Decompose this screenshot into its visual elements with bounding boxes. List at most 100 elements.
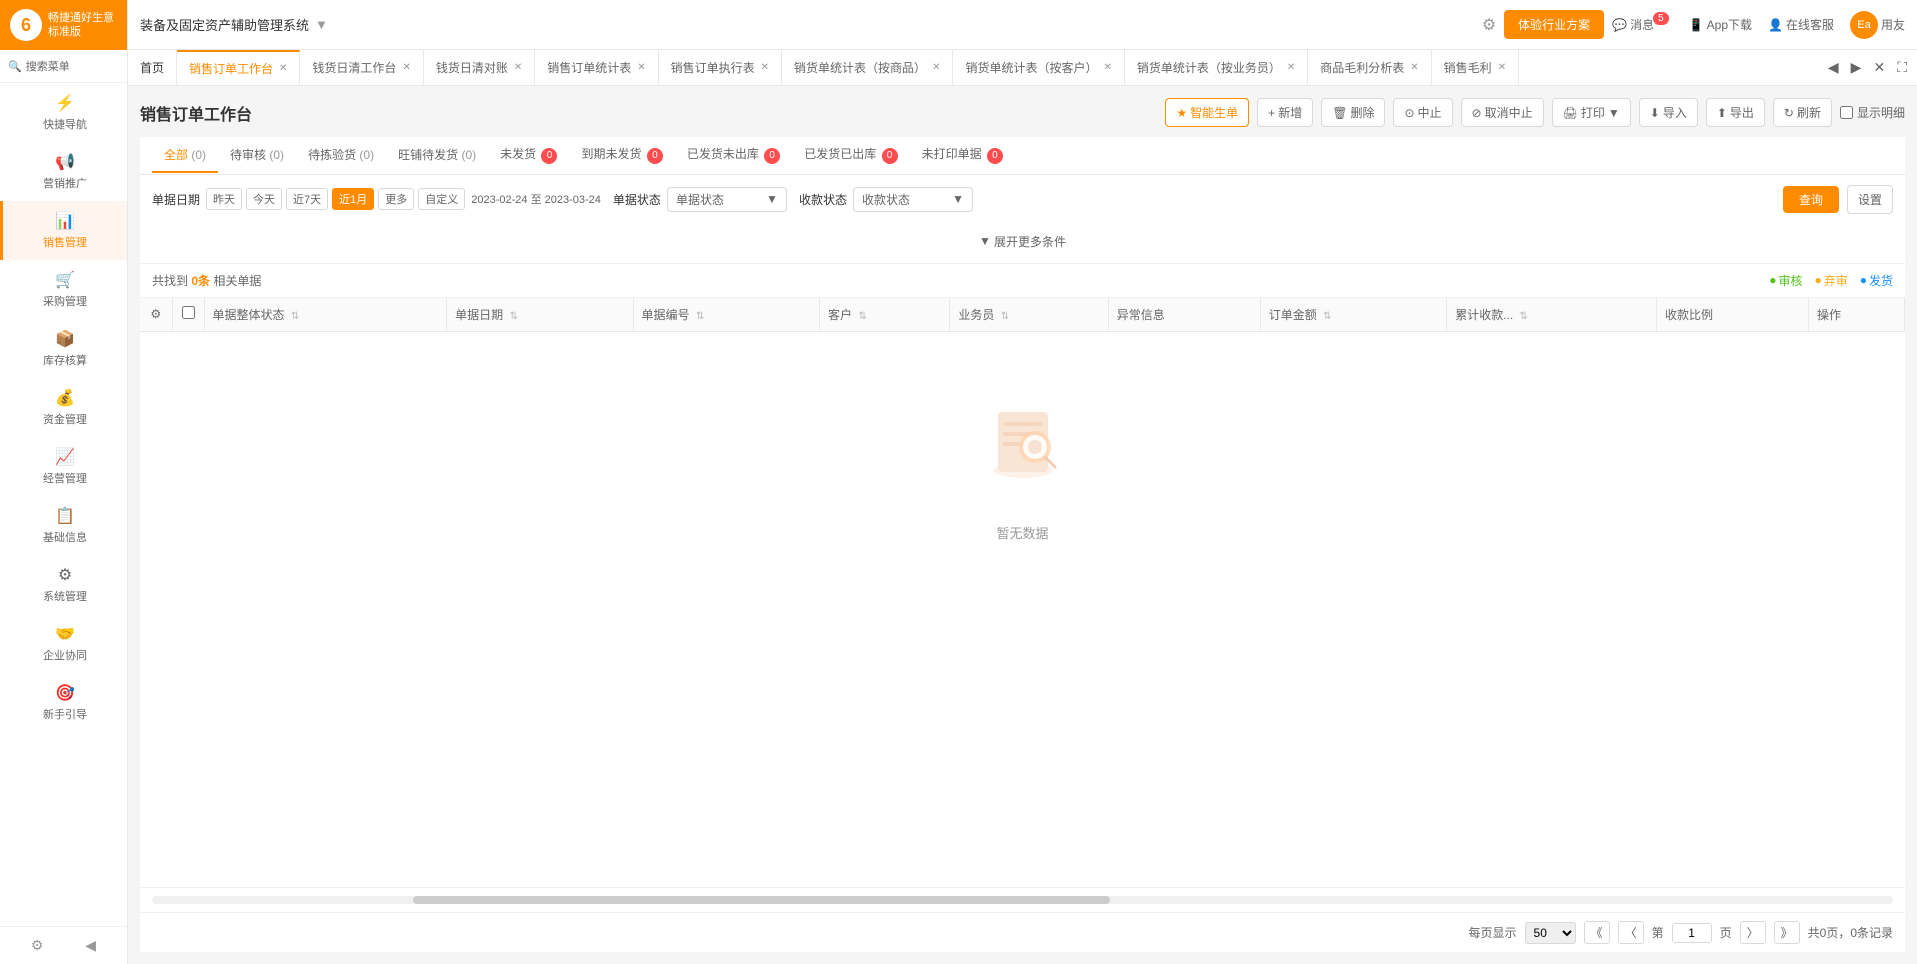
sidebar-item-inventory[interactable]: 📦 库存核算	[0, 319, 127, 378]
tab-home[interactable]: 首页	[128, 50, 177, 86]
filter-setting-button[interactable]: 设置	[1847, 185, 1893, 214]
stop-button[interactable]: ⊙ 中止	[1393, 98, 1452, 127]
sub-tab-pending-inspect[interactable]: 待拣验货 (0)	[296, 138, 386, 173]
sub-tab-not-shipped[interactable]: 未发货 0	[488, 137, 569, 174]
th-customer[interactable]: 客户 ⇅	[819, 298, 949, 332]
show-detail-input[interactable]	[1840, 106, 1853, 119]
th-status[interactable]: 单据整体状态 ⇅	[204, 298, 447, 332]
th-amount[interactable]: 订单金额 ⇅	[1260, 298, 1446, 332]
date-btn-1month[interactable]: 近1月	[332, 188, 374, 210]
app-download-button[interactable]: 📱 App下载	[1689, 16, 1752, 33]
tab-sales-stats[interactable]: 销售订单统计表 ✕	[535, 50, 658, 86]
close-icon[interactable]: ✕	[1287, 62, 1295, 73]
smart-generate-button[interactable]: ★ 智能生单	[1165, 98, 1249, 127]
query-button[interactable]: 查询	[1783, 186, 1839, 213]
payment-select[interactable]: 收款状态 ▼	[853, 187, 973, 212]
th-checkbox[interactable]	[172, 298, 204, 332]
refresh-button[interactable]: ↻ 刷新	[1773, 98, 1832, 127]
th-settings[interactable]: ⚙	[140, 298, 172, 332]
first-page-button[interactable]: 《	[1584, 921, 1610, 944]
tab-sales-summary-product[interactable]: 销货单统计表（按商品） ✕	[782, 50, 953, 86]
close-icon[interactable]: ✕	[637, 62, 645, 73]
sidebar-collapse-button[interactable]: ◀	[85, 937, 96, 954]
date-btn-today[interactable]: 今天	[246, 188, 282, 210]
batch-revoke-button[interactable]: ● 弃审	[1814, 272, 1847, 289]
sub-tab-overdue-not-shipped[interactable]: 到期未发货 0	[569, 137, 674, 174]
per-page-label: 每页显示	[1469, 924, 1517, 941]
sidebar-item-marketing[interactable]: 📢 营销推广	[0, 142, 127, 201]
tab-sales-summary-staff[interactable]: 销货单统计表（按业务员） ✕	[1125, 50, 1308, 86]
horizontal-scrollbar[interactable]	[152, 896, 1893, 904]
import-button[interactable]: ⬇ 导入	[1639, 98, 1698, 127]
scrollbar-thumb[interactable]	[413, 896, 1109, 904]
sub-tab-all[interactable]: 全部 (0)	[152, 138, 218, 173]
online-service-button[interactable]: 👤 在线客服	[1768, 16, 1834, 33]
sidebar-settings-button[interactable]: ⚙	[31, 937, 44, 954]
th-number[interactable]: 单据编号 ⇅	[633, 298, 819, 332]
tab-cash-reconcile[interactable]: 钱货日清对账 ✕	[424, 50, 535, 86]
last-page-button[interactable]: 》	[1774, 921, 1800, 944]
tab-sales-summary-customer[interactable]: 销货单统计表（按客户） ✕	[953, 50, 1124, 86]
sub-tab-shipped-not-out[interactable]: 已发货未出库 0	[675, 137, 792, 174]
sidebar-item-basic-info[interactable]: 📋 基础信息	[0, 496, 127, 555]
sidebar-item-purchase[interactable]: 🛒 采购管理	[0, 260, 127, 319]
th-error[interactable]: 异常信息	[1108, 298, 1260, 332]
close-icon[interactable]: ✕	[1498, 62, 1506, 73]
tab-cash-daily[interactable]: 钱货日清工作台 ✕	[300, 50, 423, 86]
close-icon[interactable]: ✕	[1103, 62, 1111, 73]
tabs-prev-button[interactable]: ◀	[1824, 57, 1843, 78]
select-all-checkbox[interactable]	[182, 306, 195, 319]
page-input[interactable]	[1672, 923, 1712, 943]
sidebar-search[interactable]: 🔍 搜索菜单	[0, 50, 127, 83]
tabs-next-button[interactable]: ▶	[1847, 57, 1866, 78]
th-staff[interactable]: 业务员 ⇅	[950, 298, 1108, 332]
batch-ship-button[interactable]: ● 发货	[1860, 272, 1893, 289]
export-button[interactable]: ⬆ 导出	[1706, 98, 1765, 127]
close-icon[interactable]: ✕	[1410, 62, 1418, 73]
print-button[interactable]: 🖨 打印 ▼	[1552, 98, 1631, 127]
cancel-stop-button[interactable]: ⊘ 取消中止	[1461, 98, 1544, 127]
prev-page-button[interactable]: 〈	[1618, 921, 1644, 944]
date-btn-yesterday[interactable]: 昨天	[206, 188, 242, 210]
date-btn-more[interactable]: 更多	[378, 188, 414, 210]
sidebar-item-system[interactable]: ⚙ 系统管理	[0, 555, 127, 614]
tabs-close-all-button[interactable]: ✕	[1869, 57, 1889, 78]
batch-approve-button[interactable]: ● 审核	[1769, 272, 1802, 289]
status-select[interactable]: 单据状态 ▼	[667, 187, 787, 212]
th-collected[interactable]: 累计收款... ⇅	[1447, 298, 1657, 332]
expand-filter-button[interactable]: ▼ 展开更多条件	[971, 230, 1074, 253]
per-page-select[interactable]: 50 10 20 100	[1525, 922, 1576, 944]
close-icon[interactable]: ✕	[279, 63, 287, 74]
close-icon[interactable]: ✕	[402, 62, 410, 73]
close-icon[interactable]: ✕	[514, 62, 522, 73]
add-button[interactable]: + 新增	[1257, 98, 1313, 127]
topbar-settings-icon[interactable]: ⚙	[1482, 15, 1496, 35]
th-ratio[interactable]: 收款比例	[1657, 298, 1809, 332]
tabs-fullscreen-button[interactable]: ⛶	[1893, 57, 1911, 78]
next-page-button[interactable]: 〉	[1740, 921, 1766, 944]
sub-tab-not-printed[interactable]: 未打印单据 0	[910, 137, 1015, 174]
sidebar-item-quick-nav[interactable]: ⚡ 快捷导航	[0, 83, 127, 142]
sidebar-item-guide[interactable]: 🎯 新手引导	[0, 673, 127, 732]
solution-button[interactable]: 体验行业方案	[1504, 10, 1604, 39]
sub-tab-wangpu[interactable]: 旺铺待发货 (0)	[386, 138, 488, 173]
tab-product-margin[interactable]: 商品毛利分析表 ✕	[1308, 50, 1431, 86]
tab-sales-profit[interactable]: 销售毛利 ✕	[1432, 50, 1519, 86]
sub-tab-pending-review[interactable]: 待审核 (0)	[218, 138, 296, 173]
close-icon[interactable]: ✕	[932, 62, 940, 73]
show-detail-checkbox[interactable]: 显示明细	[1840, 104, 1905, 121]
tab-sales-exec[interactable]: 销售订单执行表 ✕	[659, 50, 782, 86]
sub-tab-shipped-out[interactable]: 已发货已出库 0	[792, 137, 909, 174]
delete-button[interactable]: 🗑 删除	[1321, 98, 1385, 127]
sidebar-item-finance[interactable]: 💰 资金管理	[0, 378, 127, 437]
th-date[interactable]: 单据日期 ⇅	[447, 298, 633, 332]
sidebar-item-operations[interactable]: 📈 经营管理	[0, 437, 127, 496]
date-btn-7days[interactable]: 近7天	[286, 188, 328, 210]
message-button[interactable]: 💬 消息 5	[1612, 16, 1673, 33]
user-menu[interactable]: Ea 用友	[1850, 11, 1905, 39]
sidebar-item-enterprise[interactable]: 🤝 企业协同	[0, 614, 127, 673]
date-btn-custom[interactable]: 自定义	[418, 188, 465, 210]
sidebar-item-sales[interactable]: 📊 销售管理	[0, 201, 127, 260]
close-icon[interactable]: ✕	[761, 62, 769, 73]
tab-sales-workbench[interactable]: 销售订单工作台 ✕	[177, 50, 300, 86]
